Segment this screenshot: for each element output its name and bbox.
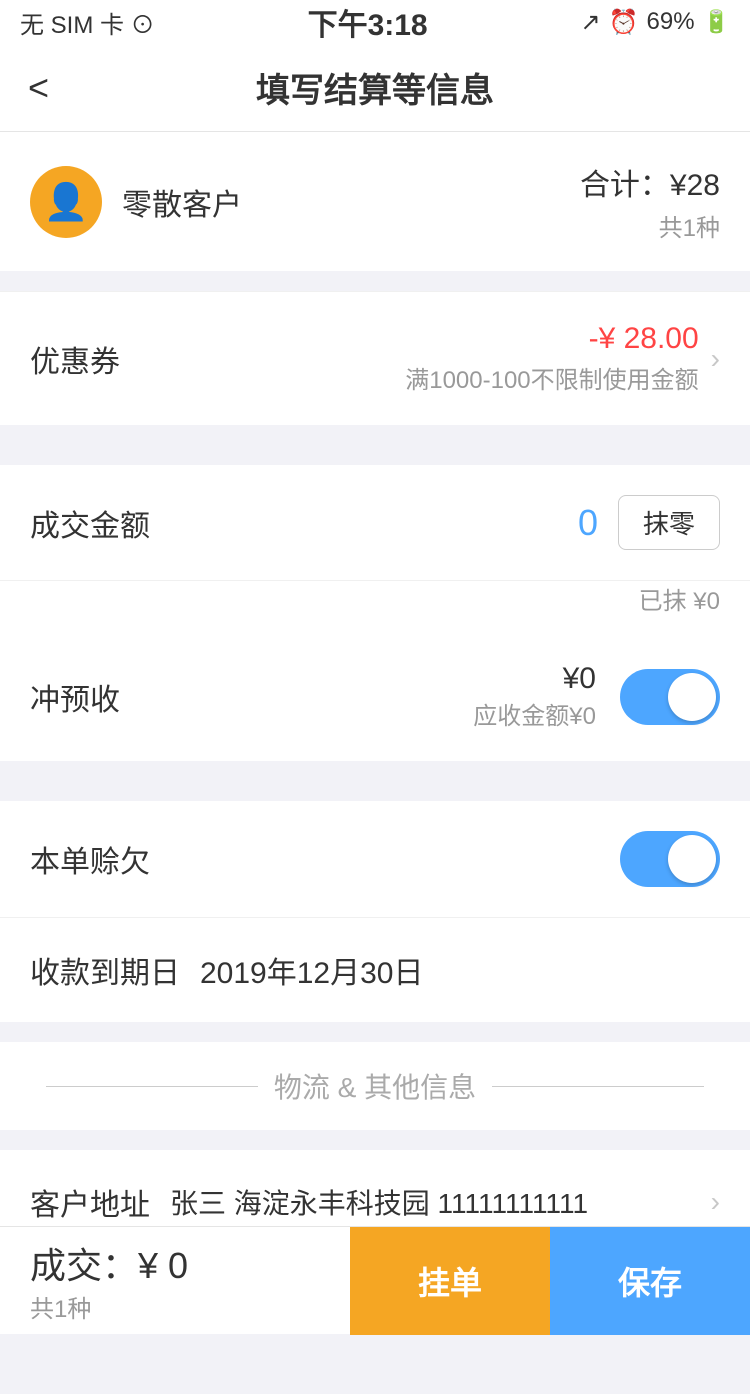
location-icon: ↗ [581,8,601,37]
logistics-title: 物流 & 其他信息 [274,1066,476,1106]
hold-button[interactable]: 挂单 [350,1227,550,1335]
debt-label: 本单赊欠 [30,837,150,881]
round-off-button[interactable]: 抹零 [618,495,720,550]
prepay-toggle[interactable] [620,669,720,725]
battery-icon: 🔋 [703,9,730,35]
bottom-bar: 成交：¥ 0 共1种 挂单 保存 [0,1226,750,1334]
address-arrow: › [711,1186,720,1218]
sim-status: 无 SIM 卡 ⊙ [20,5,155,40]
page-title: 填写结算等信息 [256,63,494,112]
address-label: 客户地址 [30,1180,150,1224]
customer-name: 零散客户 [122,180,242,224]
address-value: 张三 海淀永丰科技园 11111111111 [170,1182,699,1222]
separator-2 [0,761,750,781]
customer-right: 合计：¥28 共1种 [580,160,720,243]
bottom-deal-label: 成交： [30,1245,138,1286]
deal-right: 0 抹零 [578,495,720,550]
customer-section: 👤 零散客户 合计：¥28 共1种 [0,132,750,271]
duedate-value: 2019年12月30日 [200,948,423,992]
prepay-row: 冲预收 ¥0 应收金额¥0 [0,632,750,761]
prepay-amount: ¥0 [473,662,596,696]
duedate-label: 收款到期日 [30,948,180,992]
deal-value: 0 [578,502,598,544]
duedate-row: 收款到期日 2019年12月30日 [0,917,750,1022]
deal-label: 成交金额 [30,501,150,545]
bottom-deal-value: ¥ 0 [138,1245,188,1286]
separator-1 [0,445,750,465]
prepay-label: 冲预收 [30,675,120,719]
coupon-section: 优惠券 -¥ 28.00 满1000-100不限制使用金额 › [0,291,750,425]
customer-count: 共1种 [580,208,720,243]
logistics-section: 物流 & 其他信息 [0,1042,750,1130]
debt-row: 本单赊欠 [0,801,750,917]
bottom-deal-row: 成交：¥ 0 [30,1237,320,1289]
save-button[interactable]: 保存 [550,1227,750,1335]
debt-section: 本单赊欠 收款到期日 2019年12月30日 [0,801,750,1022]
deal-row: 成交金额 0 抹零 [0,465,750,581]
coupon-label: 优惠券 [30,337,120,381]
prepay-values: ¥0 应收金额¥0 [473,662,596,731]
customer-avatar: 👤 [30,166,102,238]
customer-total: 合计：¥28 [580,160,720,204]
nav-bar: < 填写结算等信息 [0,44,750,132]
alarm-icon: ⏰ [609,8,639,37]
prepay-sub: 应收金额¥0 [473,696,596,731]
bottom-summary: 成交：¥ 0 共1种 [0,1237,350,1324]
debt-toggle[interactable] [620,831,720,887]
coupon-sub: 满1000-100不限制使用金额 [405,360,698,395]
toggle-circle [668,673,716,721]
coupon-arrow: › [711,343,720,375]
avatar-icon: 👤 [44,181,89,223]
coupon-value: -¥ 28.00 [405,322,698,356]
status-right: ↗ ⏰ 69% 🔋 [581,8,730,37]
coupon-row[interactable]: 优惠券 -¥ 28.00 满1000-100不限制使用金额 › [0,291,750,425]
status-time: 下午3:18 [308,0,428,44]
deal-section: 成交金额 0 抹零 已抹 ¥0 冲预收 ¥0 应收金额¥0 [0,465,750,761]
debt-toggle-circle [668,835,716,883]
battery-level: 69% [647,8,695,36]
status-bar: 无 SIM 卡 ⊙ 下午3:18 ↗ ⏰ 69% 🔋 [0,0,750,44]
deal-sub: 已抹 ¥0 [0,581,750,632]
back-button[interactable]: < [28,67,49,109]
status-left: 无 SIM 卡 ⊙ [20,5,155,40]
logistics-header: 物流 & 其他信息 [0,1042,750,1130]
bottom-count: 共1种 [30,1289,320,1324]
customer-left: 👤 零散客户 [30,166,242,238]
prepay-right: ¥0 应收金额¥0 [473,662,720,731]
coupon-values: -¥ 28.00 满1000-100不限制使用金额 [405,322,698,395]
separator-3 [0,1022,750,1042]
customer-row: 👤 零散客户 合计：¥28 共1种 [0,132,750,271]
coupon-right: -¥ 28.00 满1000-100不限制使用金额 › [405,322,720,395]
